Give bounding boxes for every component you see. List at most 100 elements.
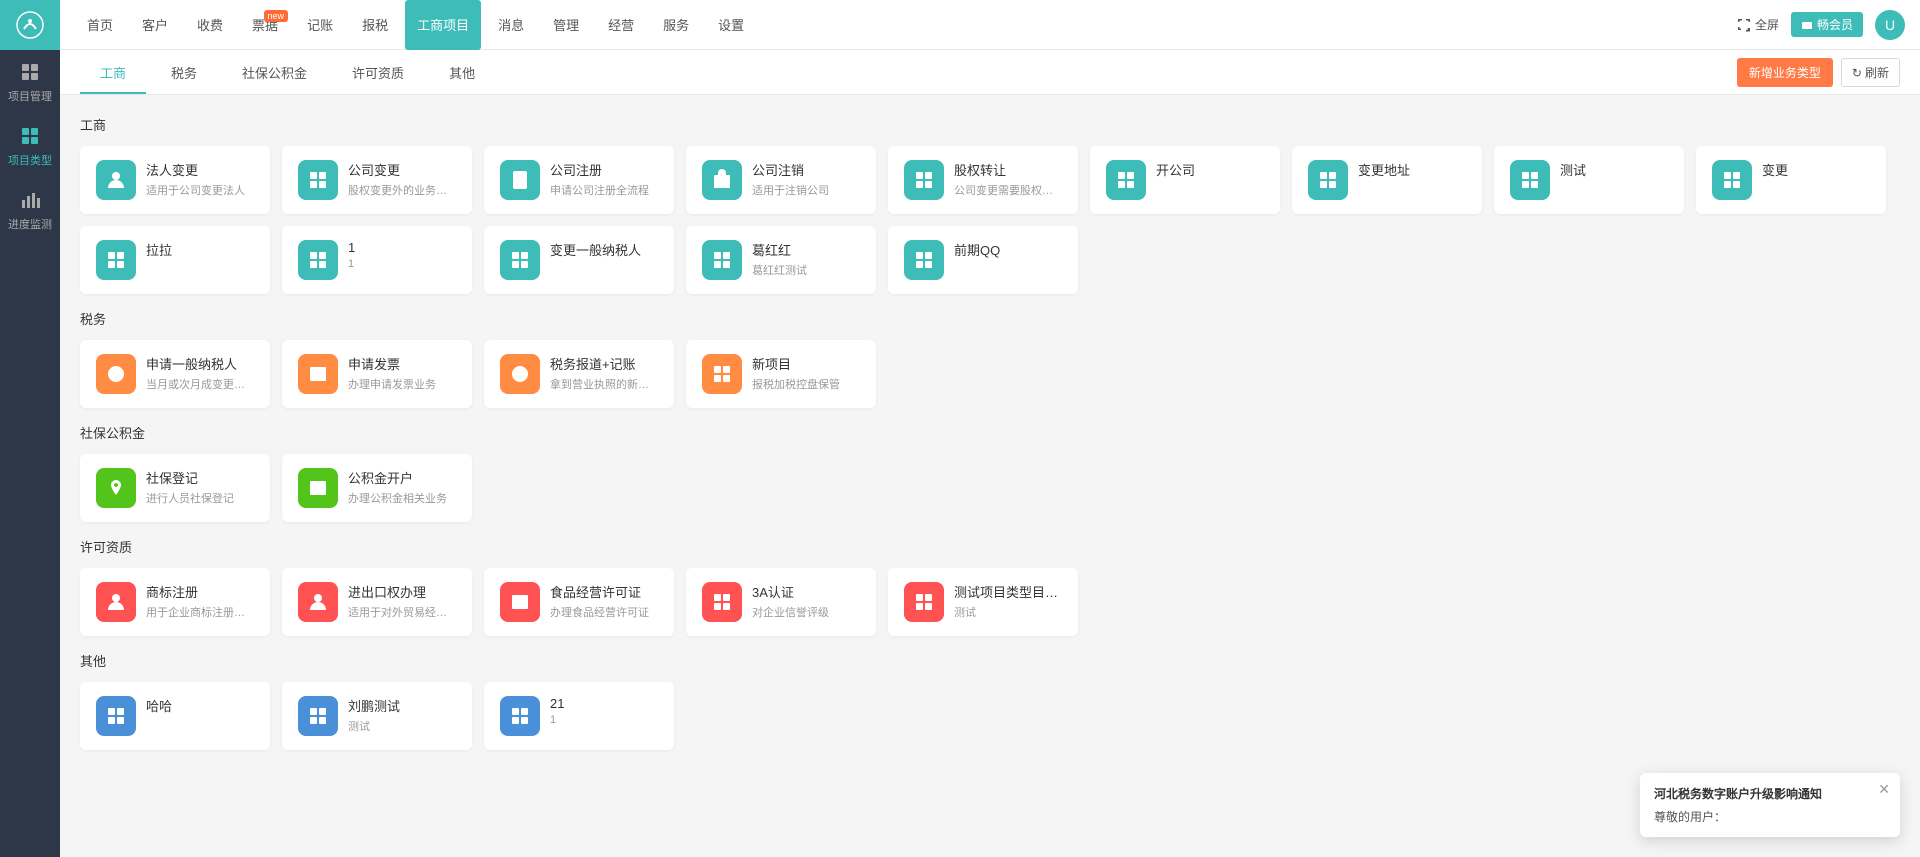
nav-right: 全屏 畅会员 U (1737, 10, 1905, 40)
refresh-button[interactable]: ↻ 刷新 (1841, 58, 1900, 87)
card-desc: 办理食品经营许可证 (550, 604, 658, 620)
top-nav: 首页 客户 收费 票据 new 记账 报税 工商项目 消息 管理 经营 服务 设… (60, 0, 1920, 50)
card-apply-invoice[interactable]: 申请发票 办理申请发票业务 (282, 340, 472, 408)
card-lala[interactable]: 拉拉 (80, 226, 270, 294)
card-open-company[interactable]: 开公司 (1090, 146, 1280, 214)
card-icon-company-register (500, 160, 540, 200)
card-icon-food-license (500, 582, 540, 622)
nav-operations[interactable]: 经营 (596, 0, 646, 50)
tab-shebao[interactable]: 社保公积金 (222, 53, 327, 94)
nav-accounting[interactable]: 记账 (295, 0, 345, 50)
card-icon-new-project (702, 354, 742, 394)
card-test-type[interactable]: 测试项目类型目定义 测试 (888, 568, 1078, 636)
card-title: 法人变更 (146, 160, 254, 179)
card-test1[interactable]: 测试 (1494, 146, 1684, 214)
card-title: 变更地址 (1358, 160, 1466, 179)
card-title: 刘鹏测试 (348, 696, 456, 715)
card-equity-transfer[interactable]: 股权转让 公司变更需要股权转让 (888, 146, 1078, 214)
sidebar-item-project-type[interactable]: 项目类型 (0, 114, 60, 178)
svg-text:¥: ¥ (515, 370, 522, 381)
card-icon-equity-transfer (904, 160, 944, 200)
card-icon-change1 (1712, 160, 1752, 200)
card-desc: 办理申请发票业务 (348, 376, 456, 392)
card-title: 股权转让 (954, 160, 1062, 179)
gongshang-cards: 法人变更 适用于公司变更法人 公司变更 股权变更外的业务变更 (80, 146, 1900, 294)
card-social-register[interactable]: 社保登记 进行人员社保登记 (80, 454, 270, 522)
card-title: 变更 (1762, 160, 1870, 179)
card-title: 公司变更 (348, 160, 456, 179)
card-title: 拉拉 (146, 240, 254, 259)
nav-home[interactable]: 首页 (75, 0, 125, 50)
card-num21[interactable]: 21 1 (484, 682, 674, 750)
card-title: 进出口权办理 (348, 582, 456, 601)
card-tax-report[interactable]: ¥ 税务报道+记账 拿到营业执照的新公司 (484, 340, 674, 408)
card-icon-mahonghong (702, 240, 742, 280)
tab-shuiwu[interactable]: 税务 (151, 53, 217, 94)
nav-messages[interactable]: 消息 (486, 0, 536, 50)
nav-customer[interactable]: 客户 (130, 0, 180, 50)
card-apply-tax[interactable]: ¥ 申请一般纳税人 当月或次月成变更完成 (80, 340, 270, 408)
nav-billing[interactable]: 收费 (185, 0, 235, 50)
logo-icon (16, 11, 44, 39)
other-cards: 哈哈 刘鹏测试 测试 (80, 682, 1900, 750)
card-3a-cert[interactable]: 3A认证 对企业信誉评级 (686, 568, 876, 636)
vip-icon (1801, 19, 1813, 31)
card-icon-provident-fund (298, 468, 338, 508)
card-change1[interactable]: 变更 (1696, 146, 1886, 214)
card-food-license[interactable]: 食品经营许可证 办理食品经营许可证 (484, 568, 674, 636)
tickets-badge: new (264, 10, 289, 22)
nav-management[interactable]: 管理 (541, 0, 591, 50)
card-desc: 拿到营业执照的新公司 (550, 376, 658, 392)
card-qqprev[interactable]: 前期QQ (888, 226, 1078, 294)
card-desc: 公司变更需要股权转让 (954, 182, 1062, 198)
card-num1[interactable]: 1 1 (282, 226, 472, 294)
tab-bar: 工商 税务 社保公积金 许可资质 其他 新增业务类型 ↻ 刷新 (60, 50, 1920, 95)
card-liupeng-test[interactable]: 刘鹏测试 测试 (282, 682, 472, 750)
card-title: 测试 (1560, 160, 1668, 179)
card-change-tax[interactable]: 变更一般纳税人 (484, 226, 674, 294)
card-title: 税务报道+记账 (550, 354, 658, 373)
card-icon-haha (96, 696, 136, 736)
card-change-address[interactable]: 变更地址 (1292, 146, 1482, 214)
nav-tickets[interactable]: 票据 new (240, 0, 290, 50)
card-icon-tax-report: ¥ (500, 354, 540, 394)
vip-button[interactable]: 畅会员 (1791, 12, 1863, 37)
card-company-change[interactable]: 公司变更 股权变更外的业务变更 (282, 146, 472, 214)
new-type-button[interactable]: 新增业务类型 (1737, 58, 1833, 87)
notification-close-button[interactable]: ✕ (1878, 781, 1890, 798)
card-desc: 1 (550, 714, 658, 726)
sidebar-item-progress-monitor[interactable]: 进度监测 (0, 178, 60, 242)
sidebar-item-project-manage[interactable]: 项目管理 (0, 50, 60, 114)
card-trademark[interactable]: 商标注册 用于企业商标注册服务 (80, 568, 270, 636)
tab-other[interactable]: 其他 (429, 53, 495, 94)
card-title: 开公司 (1156, 160, 1264, 179)
tab-xuke[interactable]: 许可资质 (332, 53, 424, 94)
card-haha[interactable]: 哈哈 (80, 682, 270, 750)
card-provident-fund[interactable]: 公积金开户 办理公积金相关业务 (282, 454, 472, 522)
tab-gongshang[interactable]: 工商 (80, 53, 146, 94)
tab-actions: 新增业务类型 ↻ 刷新 (1737, 58, 1900, 87)
card-mahonghong[interactable]: 葛红红 葛红红测试 (686, 226, 876, 294)
card-icon-test-type (904, 582, 944, 622)
card-title: 1 (348, 240, 456, 255)
nav-services[interactable]: 服务 (651, 0, 701, 50)
nav-tax[interactable]: 报税 (350, 0, 400, 50)
card-company-cancel[interactable]: 公司注销 适用于注销公司 (686, 146, 876, 214)
card-icon-num1 (298, 240, 338, 280)
nav-settings[interactable]: 设置 (706, 0, 756, 50)
nav-business[interactable]: 工商项目 (405, 0, 481, 50)
card-desc: 当月或次月成变更完成 (146, 376, 254, 392)
other-title: 其他 (80, 651, 1900, 670)
shuiwu-cards: ¥ 申请一般纳税人 当月或次月成变更完成 申请发票 办理申 (80, 340, 1900, 408)
notification-title: 河北税务数字账户升级影响通知 (1654, 785, 1886, 802)
sidebar-item-label: 进度监测 (8, 216, 52, 232)
user-avatar[interactable]: U (1875, 10, 1905, 40)
card-import-export[interactable]: 进出口权办理 适用于对外贸易经营者 (282, 568, 472, 636)
card-legal-change[interactable]: 法人变更 适用于公司变更法人 (80, 146, 270, 214)
card-company-register[interactable]: 公司注册 申请公司注册全流程 (484, 146, 674, 214)
card-desc: 股权变更外的业务变更 (348, 182, 456, 198)
fullscreen-btn[interactable]: 全屏 (1737, 16, 1779, 33)
card-title: 3A认证 (752, 582, 860, 601)
card-new-project[interactable]: 新项目 报税加税控盘保管 (686, 340, 876, 408)
card-icon-qqprev (904, 240, 944, 280)
